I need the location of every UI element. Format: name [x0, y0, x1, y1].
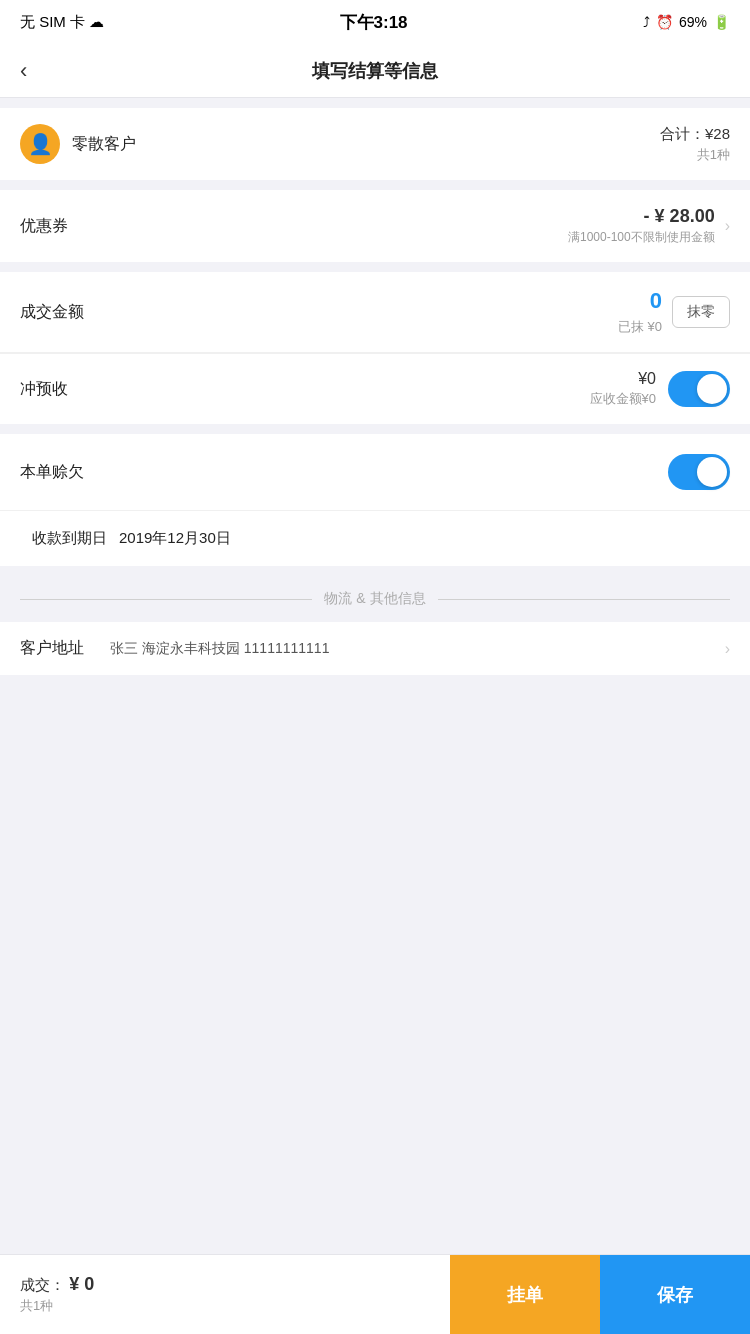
location-icon: ⤴ [643, 14, 650, 30]
avatar: 👤 [20, 124, 60, 164]
bottom-deal-amount: 成交： ¥ 0 [20, 1274, 430, 1295]
debt-toggle[interactable] [668, 454, 730, 490]
bottom-deal-value: ¥ 0 [69, 1274, 94, 1294]
toggle-knob [697, 374, 727, 404]
alarm-icon: ⏰ [656, 14, 673, 30]
hold-order-button[interactable]: 挂单 [450, 1255, 600, 1335]
due-date-label: 收款到期日 [32, 529, 107, 546]
coupon-label: 优惠券 [20, 216, 68, 237]
logistics-divider: 物流 & 其他信息 [0, 576, 750, 622]
pre-receipt-left: 冲预收 [20, 379, 68, 400]
pre-receipt-right: ¥0 应收金额¥0 [590, 370, 730, 408]
nav-bar: ‹ 填写结算等信息 [0, 44, 750, 98]
debt-section: 本单赊欠 收款到期日 2019年12月30日 [0, 434, 750, 566]
deal-sub-text: 已抹 ¥0 [618, 318, 662, 336]
pre-receipt-label: 冲预收 [20, 379, 68, 400]
page-title: 填写结算等信息 [312, 59, 438, 83]
address-chevron-icon: › [725, 640, 730, 658]
coupon-chevron-icon: › [725, 217, 730, 235]
battery-label: 69% [679, 14, 707, 30]
coupon-discount: - ¥ 28.00 [568, 206, 715, 227]
deal-amount-col: 0 已抹 ¥0 [618, 288, 662, 336]
debt-row: 本单赊欠 [0, 434, 750, 510]
due-date-value: 2019年12月30日 [119, 529, 231, 546]
customer-info-left: 👤 零散客户 [20, 124, 136, 164]
avatar-icon: 👤 [28, 132, 53, 156]
deal-section: 成交金额 0 已抹 ¥0 抹零 冲预收 ¥0 应收金额¥0 [0, 272, 750, 424]
bottom-summary: 成交： ¥ 0 共1种 [0, 1274, 450, 1315]
customer-row: 👤 零散客户 合计：¥28 共1种 [0, 108, 750, 180]
no-sim-label: 无 SIM 卡 ☁ [20, 13, 104, 32]
coupon-section: 优惠券 - ¥ 28.00 满1000-100不限制使用金额 › [0, 190, 750, 262]
bottom-bar: 成交： ¥ 0 共1种 挂单 保存 [0, 1254, 750, 1334]
coupon-sub-text: 满1000-100不限制使用金额 [568, 229, 715, 246]
coupon-row[interactable]: 优惠券 - ¥ 28.00 满1000-100不限制使用金额 › [0, 190, 750, 262]
divider-line-left [20, 599, 312, 600]
debt-label: 本单赊欠 [20, 462, 84, 483]
deal-amount-row: 成交金额 0 已抹 ¥0 抹零 [0, 272, 750, 353]
address-row[interactable]: 客户地址 张三 海淀永丰科技园 11111111111 › [0, 622, 750, 675]
address-value: 张三 海淀永丰科技园 11111111111 [110, 640, 725, 658]
status-right: ⤴ ⏰ 69% 🔋 [643, 14, 730, 30]
debt-toggle-knob [697, 457, 727, 487]
pre-receipt-value: ¥0 [590, 370, 656, 388]
back-button[interactable]: ‹ [20, 58, 27, 84]
pre-receipt-sub: 应收金额¥0 [590, 390, 656, 408]
status-time: 下午3:18 [340, 11, 408, 34]
status-bar: 无 SIM 卡 ☁ 下午3:18 ⤴ ⏰ 69% 🔋 [0, 0, 750, 44]
customer-count: 共1种 [660, 146, 730, 164]
battery-icon: 🔋 [713, 14, 730, 30]
bottom-deal-label: 成交： [20, 1276, 65, 1293]
logistics-label: 物流 & 其他信息 [324, 590, 425, 608]
pre-receipt-row: 冲预收 ¥0 应收金额¥0 [0, 353, 750, 424]
save-button[interactable]: 保存 [600, 1255, 750, 1335]
due-date-row: 收款到期日 2019年12月30日 [0, 510, 750, 566]
status-left: 无 SIM 卡 ☁ [20, 13, 104, 32]
pre-receipt-value-block: ¥0 应收金额¥0 [590, 370, 656, 408]
content-area: 👤 零散客户 合计：¥28 共1种 优惠券 - ¥ 28.00 满1000-10… [0, 108, 750, 775]
pre-receipt-toggle[interactable] [668, 371, 730, 407]
round-down-button[interactable]: 抹零 [672, 296, 730, 328]
divider-line-right [438, 599, 730, 600]
coupon-right: - ¥ 28.00 满1000-100不限制使用金额 › [568, 206, 730, 246]
deal-amount-right: 0 已抹 ¥0 抹零 [618, 288, 730, 336]
deal-amount-value: 0 [618, 288, 662, 314]
deal-amount-label: 成交金额 [20, 302, 84, 323]
coupon-value-block: - ¥ 28.00 满1000-100不限制使用金额 [568, 206, 715, 246]
address-label: 客户地址 [20, 638, 100, 659]
customer-info-right: 合计：¥28 共1种 [660, 125, 730, 164]
customer-name: 零散客户 [72, 134, 136, 155]
bottom-count: 共1种 [20, 1297, 430, 1315]
customer-total: 合计：¥28 [660, 125, 730, 144]
